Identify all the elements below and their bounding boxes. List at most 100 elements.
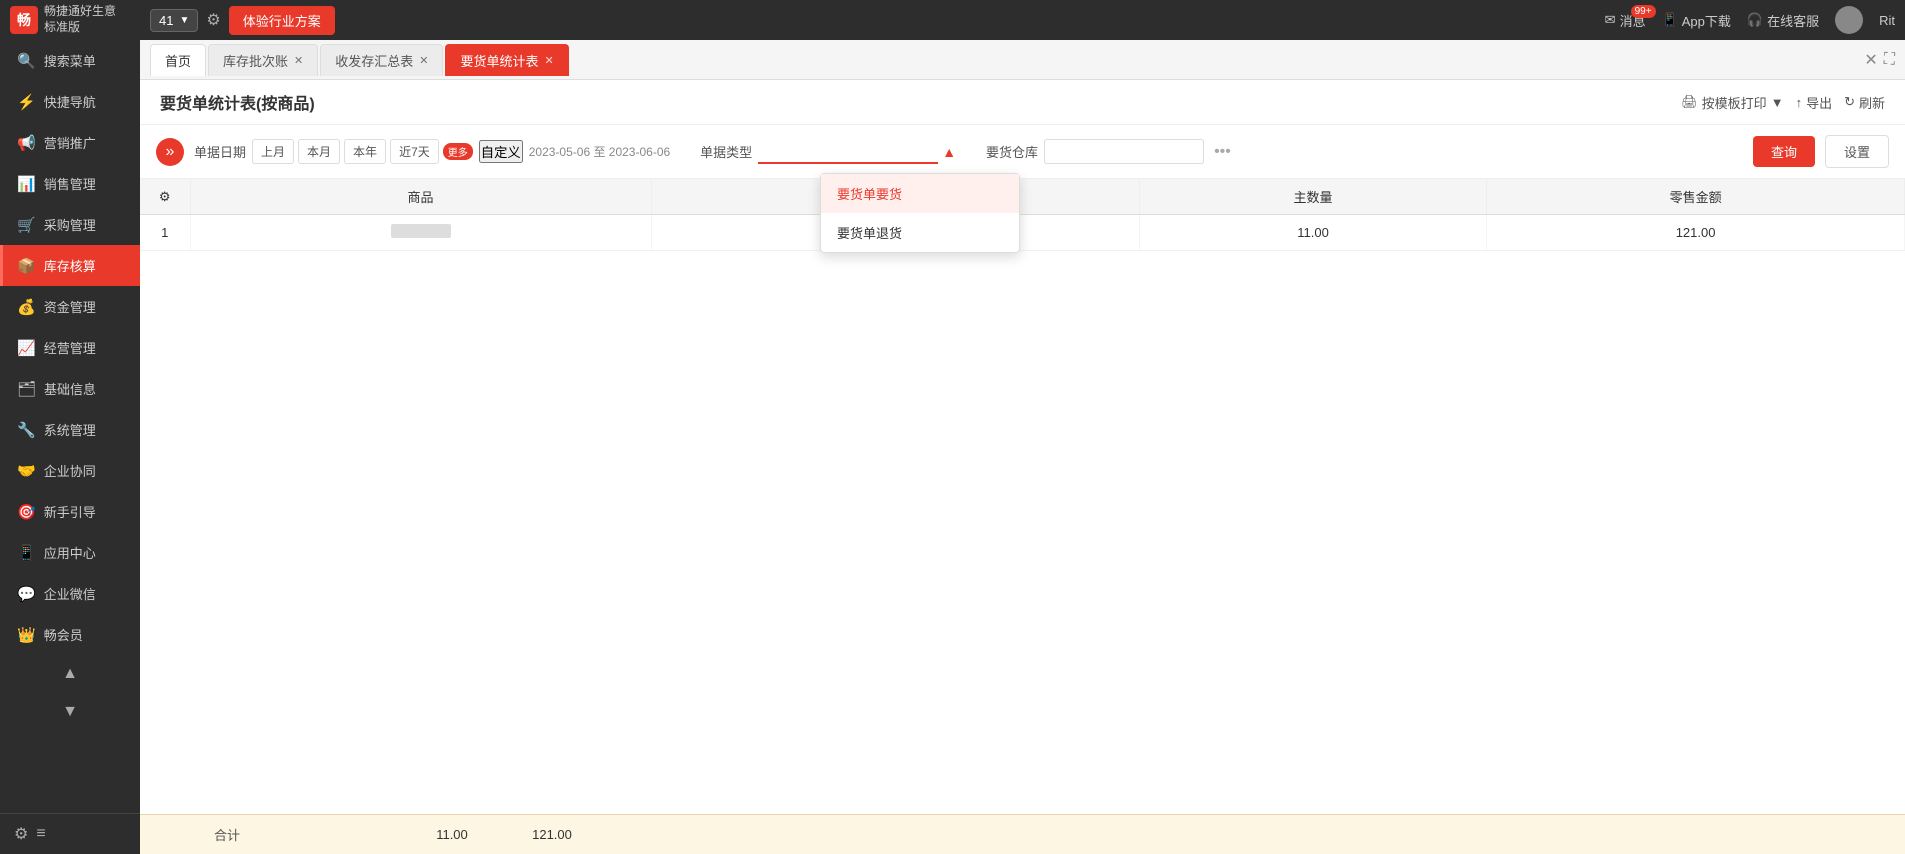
sidebar-item-label: 搜索菜单 — [44, 51, 96, 70]
sidebar-item-inventory[interactable]: 📦库存核算 — [0, 245, 140, 286]
date-filter-group: 单据日期 上月 本月 本年 近7天 更多 自定义 2023-05-06 至 20… — [194, 139, 670, 164]
member-icon: 👑 — [17, 626, 36, 644]
date-range-display: 2023-05-06 至 2023-06-06 — [529, 143, 670, 160]
message-btn[interactable]: ✉ 消息 99+ — [1605, 11, 1646, 30]
this-month-button[interactable]: 本月 — [298, 139, 340, 164]
sidebar-item-label: 快捷导航 — [44, 92, 96, 111]
sidebar-item-member[interactable]: 👑畅会员 — [0, 614, 140, 655]
type-dropdown: 要货单要货要货单退货 — [820, 173, 1020, 253]
sidebar-item-app-center[interactable]: 📱应用中心 — [0, 532, 140, 573]
sidebar-item-sales[interactable]: 📊 销售管理 — [0, 163, 140, 204]
this-year-button[interactable]: 本年 — [344, 139, 386, 164]
col-amount: 零售金额 — [1487, 179, 1905, 215]
sidebar-menu-icon[interactable]: ≡ — [36, 825, 45, 843]
sidebar-item-label: 资金管理 — [44, 297, 96, 316]
app-logo: 畅 畅捷通好生意 标准版 — [10, 4, 150, 35]
sidebar-item-guide[interactable]: 🎯新手引导 — [0, 491, 140, 532]
sidebar-item-enterprise[interactable]: 🤝 企业协同 — [0, 450, 140, 491]
col-product: 商品 — [190, 179, 651, 215]
dropdown-item-要货单退货[interactable]: 要货单退货 — [821, 213, 1019, 252]
tab-collection-summary[interactable]: 收发存汇总表 ✕ — [320, 44, 443, 76]
export-button[interactable]: ↑ 导出 — [1796, 93, 1833, 112]
finance-icon: 💰 — [17, 298, 36, 316]
sidebar-item-purchase[interactable]: 🛒采购管理 — [0, 204, 140, 245]
data-table: ⚙ 商品 主计量单位 主数量 零售金额 1 块 11.00 121.00 — [140, 179, 1905, 251]
expand-icon: » — [166, 143, 175, 161]
sidebar-item-base-info[interactable]: 🗂 基础信息 — [0, 368, 140, 409]
settings-button[interactable]: 设置 — [1825, 135, 1889, 168]
expand-window-button[interactable]: ⛶ — [1884, 51, 1895, 69]
sidebar-bottom: ⚙ ≡ — [0, 813, 140, 854]
page-title: 要货单统计表(按商品) — [160, 90, 315, 114]
table-header-row: ⚙ 商品 主计量单位 主数量 零售金额 — [140, 179, 1905, 215]
type-filter-group: 单据类型 ▲ — [700, 139, 956, 164]
sidebar-item-finance[interactable]: 💰 资金管理 — [0, 286, 140, 327]
filter-expand-button[interactable]: » — [156, 138, 184, 166]
table-row: 1 块 11.00 121.00 — [140, 215, 1905, 251]
sales-icon: 📊 — [17, 175, 36, 193]
sidebar-item-wechat[interactable]: 💬企业微信 — [0, 573, 140, 614]
custom-date-button[interactable]: 自定义 — [479, 140, 523, 163]
app-download-btn[interactable]: 📱 App下载 — [1662, 11, 1731, 30]
sidebar-item-label: 应用中心 — [44, 543, 96, 562]
trial-button[interactable]: 体验行业方案 — [229, 6, 335, 35]
summary-row: 合计 11.00 121.00 — [140, 814, 1905, 854]
type-filter-label: 单据类型 — [700, 142, 752, 161]
user-avatar[interactable] — [1835, 6, 1863, 34]
type-select-input[interactable] — [758, 139, 938, 164]
sidebar-item-system[interactable]: 🔧系统管理 — [0, 409, 140, 450]
app-label: App下载 — [1682, 11, 1731, 30]
tab-close-icon[interactable]: ✕ — [294, 54, 303, 67]
sidebar-scroll-up[interactable]: ▲ — [62, 659, 78, 689]
date-filter-label: 单据日期 — [194, 142, 246, 161]
sidebar-item-business[interactable]: 📈经营管理 — [0, 327, 140, 368]
app-icon: 📱 — [1662, 12, 1678, 28]
quick-nav-icon: ⚡ — [17, 93, 36, 111]
last-7-days-button[interactable]: 近7天 — [390, 139, 439, 164]
topbar-right: ✉ 消息 99+ 📱 App下载 🎧 在线客服 Rit — [1605, 6, 1895, 34]
sidebar-item-label: 企业协同 — [44, 461, 96, 480]
tab-bar: 首页库存批次账✕收发存汇总表✕要货单统计表✕ ✕ ⛶ — [140, 40, 1905, 80]
chevron-down-icon: ▼ — [179, 15, 189, 26]
query-button[interactable]: 查询 — [1753, 136, 1815, 167]
product-blurred — [391, 224, 451, 238]
sidebar-item-marketing[interactable]: 📢营销推广 — [0, 122, 140, 163]
warehouse-filter-input[interactable] — [1044, 139, 1204, 164]
headset-icon: 🎧 — [1747, 12, 1763, 28]
tab-label: 收发存汇总表 — [335, 51, 413, 70]
warehouse-filter-group: 要货仓库 ••• — [986, 139, 1231, 164]
tab-order-stats[interactable]: 要货单统计表✕ — [445, 44, 568, 76]
tab-close-icon[interactable]: ✕ — [545, 54, 554, 67]
tab-label: 库存批次账 — [223, 51, 288, 70]
print-button[interactable]: 🖨 按模板打印 ▼ — [1681, 93, 1783, 112]
sidebar-scroll-down[interactable]: ▼ — [62, 697, 78, 727]
sidebar-gear-icon[interactable]: ⚙ — [14, 824, 28, 844]
topbar: 畅 畅捷通好生意 标准版 41 ▼ ⚙ 体验行业方案 ✉ 消息 99+ 📱 Ap… — [0, 0, 1905, 40]
refresh-button[interactable]: ↻ 刷新 — [1844, 93, 1885, 112]
tab-close-icon[interactable]: ✕ — [419, 54, 428, 67]
tab-home[interactable]: 首页 — [150, 44, 206, 76]
sidebar-item-quick-nav[interactable]: ⚡ 快捷导航 — [0, 81, 140, 122]
col-settings[interactable]: ⚙ — [140, 179, 190, 215]
more-dates-badge[interactable]: 更多 — [443, 143, 473, 160]
content-area: 首页库存批次账✕收发存汇总表✕要货单统计表✕ ✕ ⛶ 要货单统计表(按商品) 🖨… — [140, 40, 1905, 854]
dropdown-item-要货单要货[interactable]: 要货单要货 — [821, 174, 1019, 213]
sidebar: 🔍搜索菜单 ⚡ 快捷导航 📢营销推广 📊 销售管理 🛒采购管理📦库存核算 💰 资金管理 📈经营管理… — [0, 40, 140, 854]
service-btn[interactable]: 🎧 在线客服 — [1747, 11, 1819, 30]
sidebar-item-label: 基础信息 — [44, 379, 96, 398]
topbar-gear-icon[interactable]: ⚙ — [206, 10, 220, 30]
sidebar-item-label: 销售管理 — [44, 174, 96, 193]
base-info-icon: 🗂 — [17, 380, 36, 398]
sidebar-item-search[interactable]: 🔍搜索菜单 — [0, 40, 140, 81]
tab-label: 首页 — [165, 51, 191, 70]
tab-inventory-batch[interactable]: 库存批次账 ✕ — [208, 44, 318, 76]
company-selector[interactable]: 41 ▼ — [150, 9, 198, 32]
enterprise-icon: 🤝 — [17, 462, 36, 480]
warehouse-more-icon[interactable]: ••• — [1214, 143, 1231, 161]
last-month-button[interactable]: 上月 — [252, 139, 294, 164]
purchase-icon: 🛒 — [17, 216, 36, 234]
type-chevron-up-icon[interactable]: ▲ — [942, 144, 956, 160]
summary-label: 合计 — [202, 825, 402, 844]
close-window-button[interactable]: ✕ — [1864, 50, 1877, 70]
service-label: 在线客服 — [1767, 11, 1819, 30]
